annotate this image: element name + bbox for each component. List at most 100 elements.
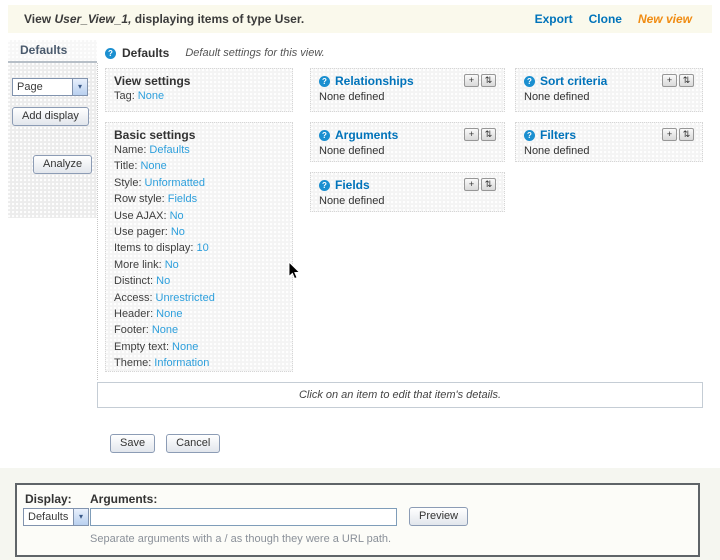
arguments-title-link[interactable]: ? Arguments [319,128,462,142]
view-settings-title: View settings [114,74,191,88]
panel-view-settings: View settings Tag: None [105,68,293,112]
preview-display-select-value: Defaults [28,511,69,523]
help-icon[interactable]: ? [524,129,535,141]
rearrange-button[interactable]: ⇅ [481,74,496,87]
setting-label: Row style: [114,193,165,206]
rearrange-button[interactable]: ⇅ [481,128,496,141]
display-type-select-value: Page [17,81,43,93]
setting-value-link[interactable]: No [171,226,185,238]
setting-label: Empty text: [114,340,170,353]
setting-row: Use AJAX: No [114,208,284,224]
panel-sort-criteria: ? Sort criteria + ⇅ None defined [515,68,703,112]
display-heading-title: Defaults [122,46,170,60]
help-icon[interactable]: ? [319,129,330,141]
filters-empty-text: None defined [524,145,590,157]
setting-label: Footer: [114,324,149,337]
edit-hint: Click on an item to edit that item's det… [97,382,703,408]
sort-criteria-title-label: Sort criteria [540,74,608,88]
relationships-title-link[interactable]: ? Relationships [319,74,462,88]
sort-criteria-title-link[interactable]: ? Sort criteria [524,74,660,88]
setting-label: Use AJAX: [114,209,167,222]
setting-label: More link: [114,258,162,271]
setting-value-link[interactable]: No [170,210,184,222]
setting-label: Distinct: [114,275,154,288]
arguments-title-label: Arguments [335,128,399,142]
page-header: View User_View_1, displaying items of ty… [8,5,712,33]
setting-label: Use pager: [114,226,168,239]
export-link[interactable]: Export [535,12,573,26]
header-links: Export Clone New view [535,12,692,26]
setting-value-link[interactable]: 10 [196,242,208,254]
setting-value-link[interactable]: Unformatted [145,177,206,189]
add-item-button[interactable]: + [464,74,479,87]
fields-title-label: Fields [335,178,370,192]
preview-form: Display: Arguments: Defaults ▾ Preview S… [15,483,700,557]
preview-button[interactable]: Preview [409,507,469,526]
panel-basic-settings: Basic settings Name: Defaults Title: None … [105,122,293,372]
setting-label: Title: [114,160,138,173]
filters-title-link[interactable]: ? Filters [524,128,660,142]
help-icon[interactable]: ? [524,75,535,87]
setting-row: Theme: Information [114,355,284,371]
add-item-button[interactable]: + [662,74,677,87]
setting-value-link[interactable]: None [152,324,178,336]
filters-buttons: + ⇅ [660,128,694,141]
setting-value-link[interactable]: Fields [168,193,197,205]
setting-value-link[interactable]: Defaults [149,144,189,156]
arguments-empty-text: None defined [319,145,385,157]
setting-label: Theme: [114,357,152,370]
display-heading: ? Defaults Default settings for this vie… [105,46,325,60]
help-icon[interactable]: ? [319,179,330,191]
setting-value-link[interactable]: No [165,259,179,271]
setting-value-link[interactable]: None [156,308,182,320]
page-title-suffix: displaying items of type User. [134,12,305,26]
add-item-button[interactable]: + [464,178,479,191]
cancel-button[interactable]: Cancel [166,434,221,453]
page-title: View User_View_1, displaying items of ty… [24,12,535,26]
setting-row: Style: Unformatted [114,175,284,191]
setting-label: Name: [114,144,147,156]
analyze-button[interactable]: Analyze [33,155,93,174]
setting-value-link[interactable]: Information [154,357,209,369]
relationships-empty-text: None defined [319,91,385,103]
view-editor-main: ? Defaults Default settings for this vie… [97,40,703,415]
tab-defaults[interactable]: Defaults [8,40,97,63]
relationships-title-label: Relationships [335,74,414,88]
display-sidebar: Defaults Page ▾ Add display Analyze [8,40,97,220]
view-settings-row: Tag: None [114,88,284,104]
sort-criteria-buttons: + ⇅ [660,74,694,87]
arguments-input[interactable] [90,508,397,526]
setting-row: Empty text: None [114,339,284,355]
fields-title-link[interactable]: ? Fields [319,178,462,192]
arguments-label: Arguments: [90,492,158,506]
sort-criteria-empty-text: None defined [524,91,590,103]
sidebar-body: Page ▾ Add display Analyze [8,63,97,218]
panel-fields: ? Fields + ⇅ None defined [310,172,505,212]
rearrange-button[interactable]: ⇅ [679,128,694,141]
setting-row: Distinct: No [114,273,284,289]
panel-arguments: ? Arguments + ⇅ None defined [310,122,505,162]
preview-display-select[interactable]: Defaults ▾ [23,508,89,526]
save-button[interactable]: Save [110,434,156,453]
clone-link[interactable]: Clone [589,12,622,26]
rearrange-button[interactable]: ⇅ [481,178,496,191]
setting-value-link[interactable]: None [172,341,198,353]
add-item-button[interactable]: + [464,128,479,141]
add-item-button[interactable]: + [662,128,677,141]
setting-label: Tag: [114,90,135,102]
rearrange-button[interactable]: ⇅ [679,74,694,87]
setting-value-link[interactable]: No [156,275,170,287]
help-icon[interactable]: ? [319,75,330,87]
setting-value-link[interactable]: None [138,90,164,102]
setting-value-link[interactable]: Unrestricted [156,292,215,304]
setting-row: Title: None [114,158,284,174]
form-actions: Save Cancel [110,434,221,453]
display-label: Display: [25,492,72,506]
relationships-buttons: + ⇅ [462,74,496,87]
setting-value-link[interactable]: None [140,160,166,172]
display-type-select[interactable]: Page ▾ [12,78,88,96]
help-icon[interactable]: ? [105,47,116,59]
add-display-button[interactable]: Add display [12,107,89,126]
fields-empty-text: None defined [319,195,385,207]
new-view-link[interactable]: New view [638,12,692,26]
